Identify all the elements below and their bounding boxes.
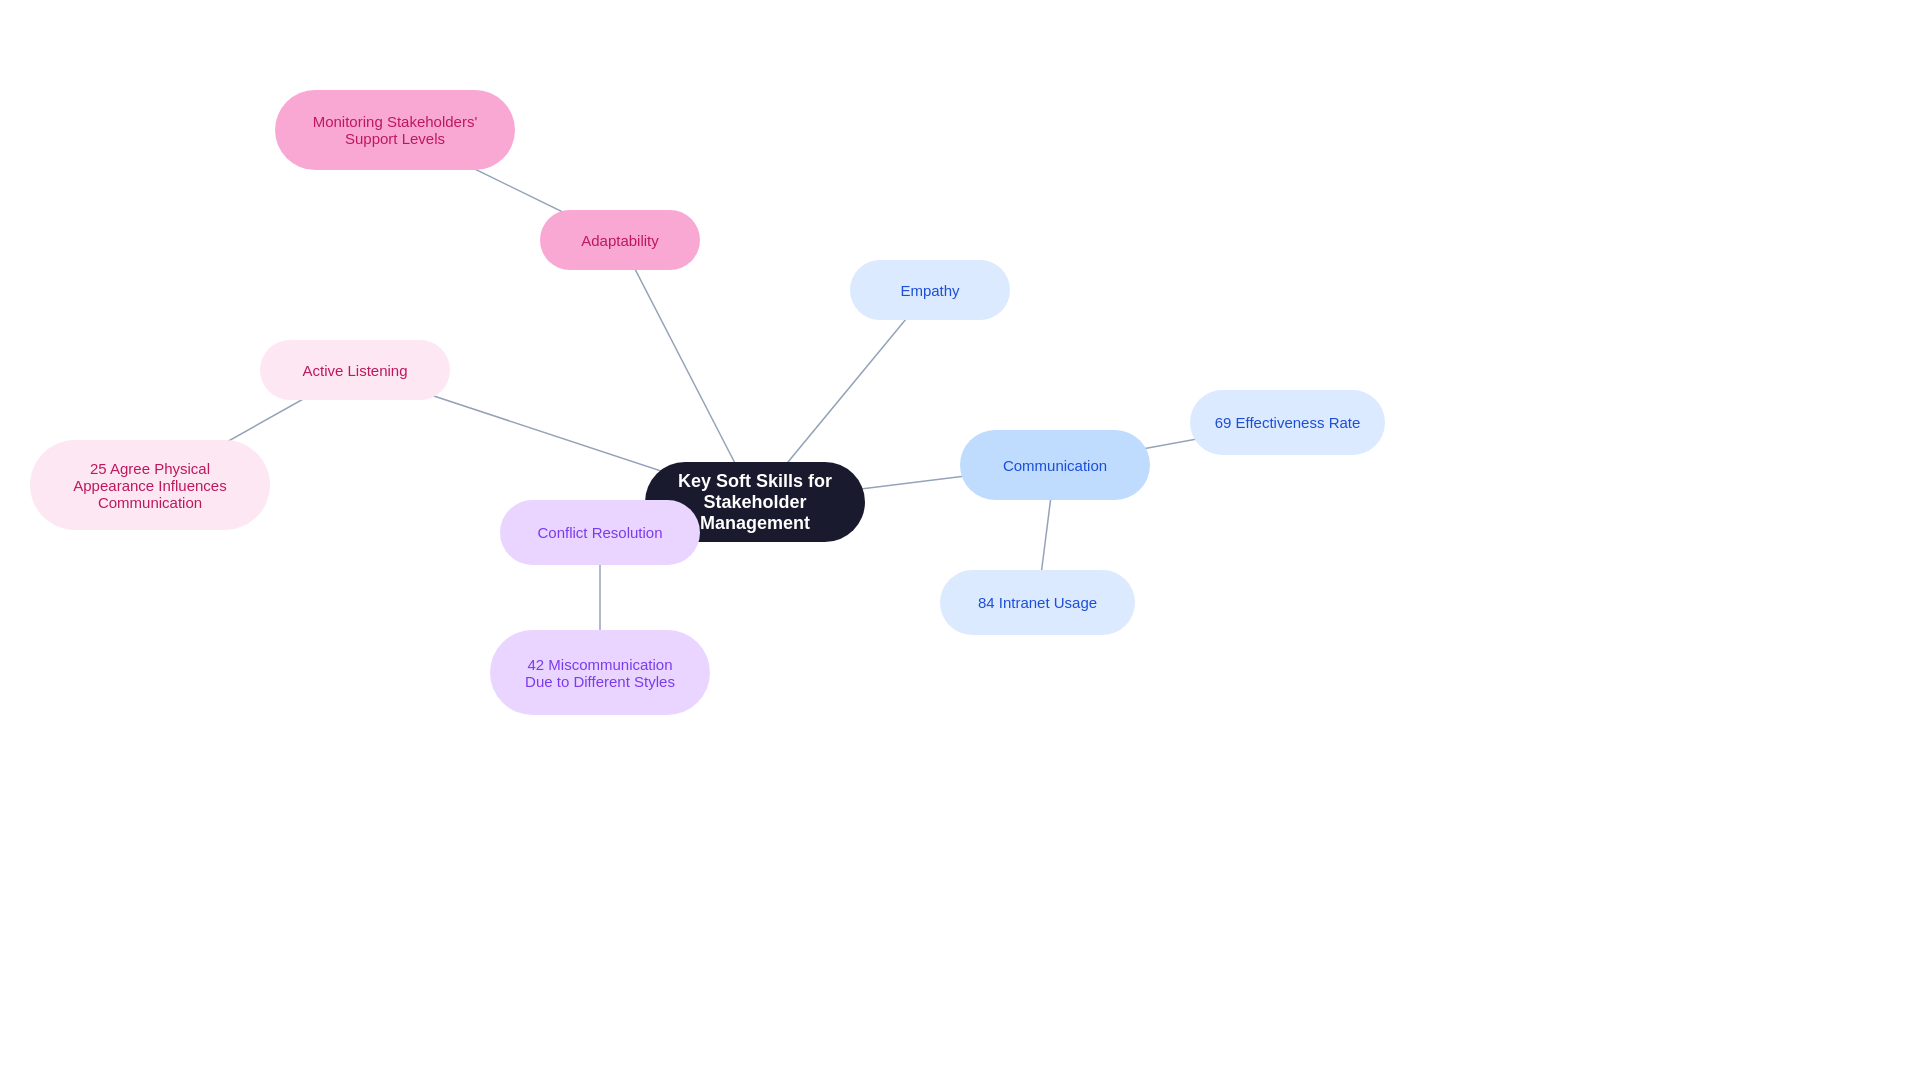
communication-label: Communication (1003, 457, 1107, 474)
communication-node[interactable]: Communication (960, 430, 1150, 500)
connections-svg (0, 0, 1920, 1083)
empathy-node[interactable]: Empathy (850, 260, 1010, 320)
intranet-usage-node[interactable]: 84 Intranet Usage (940, 570, 1135, 635)
physical-appearance-label: 25 Agree Physical Appearance Influences … (52, 460, 248, 511)
adaptability-node[interactable]: Adaptability (540, 210, 700, 270)
monitoring-node[interactable]: Monitoring Stakeholders' Support Levels (275, 90, 515, 170)
active-listening-label: Active Listening (302, 362, 407, 379)
monitoring-label: Monitoring Stakeholders' Support Levels (297, 113, 493, 147)
miscommunication-label: 42 Miscommunication Due to Different Sty… (512, 656, 688, 690)
active-listening-node[interactable]: Active Listening (260, 340, 450, 400)
physical-appearance-node[interactable]: 25 Agree Physical Appearance Influences … (30, 440, 270, 530)
adaptability-label: Adaptability (581, 232, 659, 249)
intranet-usage-label: 84 Intranet Usage (978, 594, 1097, 611)
mind-map: Key Soft Skills for Stakeholder Manageme… (0, 0, 1920, 1083)
conflict-resolution-label: Conflict Resolution (537, 524, 662, 541)
conflict-resolution-node[interactable]: Conflict Resolution (500, 500, 700, 565)
effectiveness-rate-node[interactable]: 69 Effectiveness Rate (1190, 390, 1385, 455)
empathy-label: Empathy (900, 282, 959, 299)
miscommunication-node[interactable]: 42 Miscommunication Due to Different Sty… (490, 630, 710, 715)
effectiveness-rate-label: 69 Effectiveness Rate (1215, 414, 1361, 431)
